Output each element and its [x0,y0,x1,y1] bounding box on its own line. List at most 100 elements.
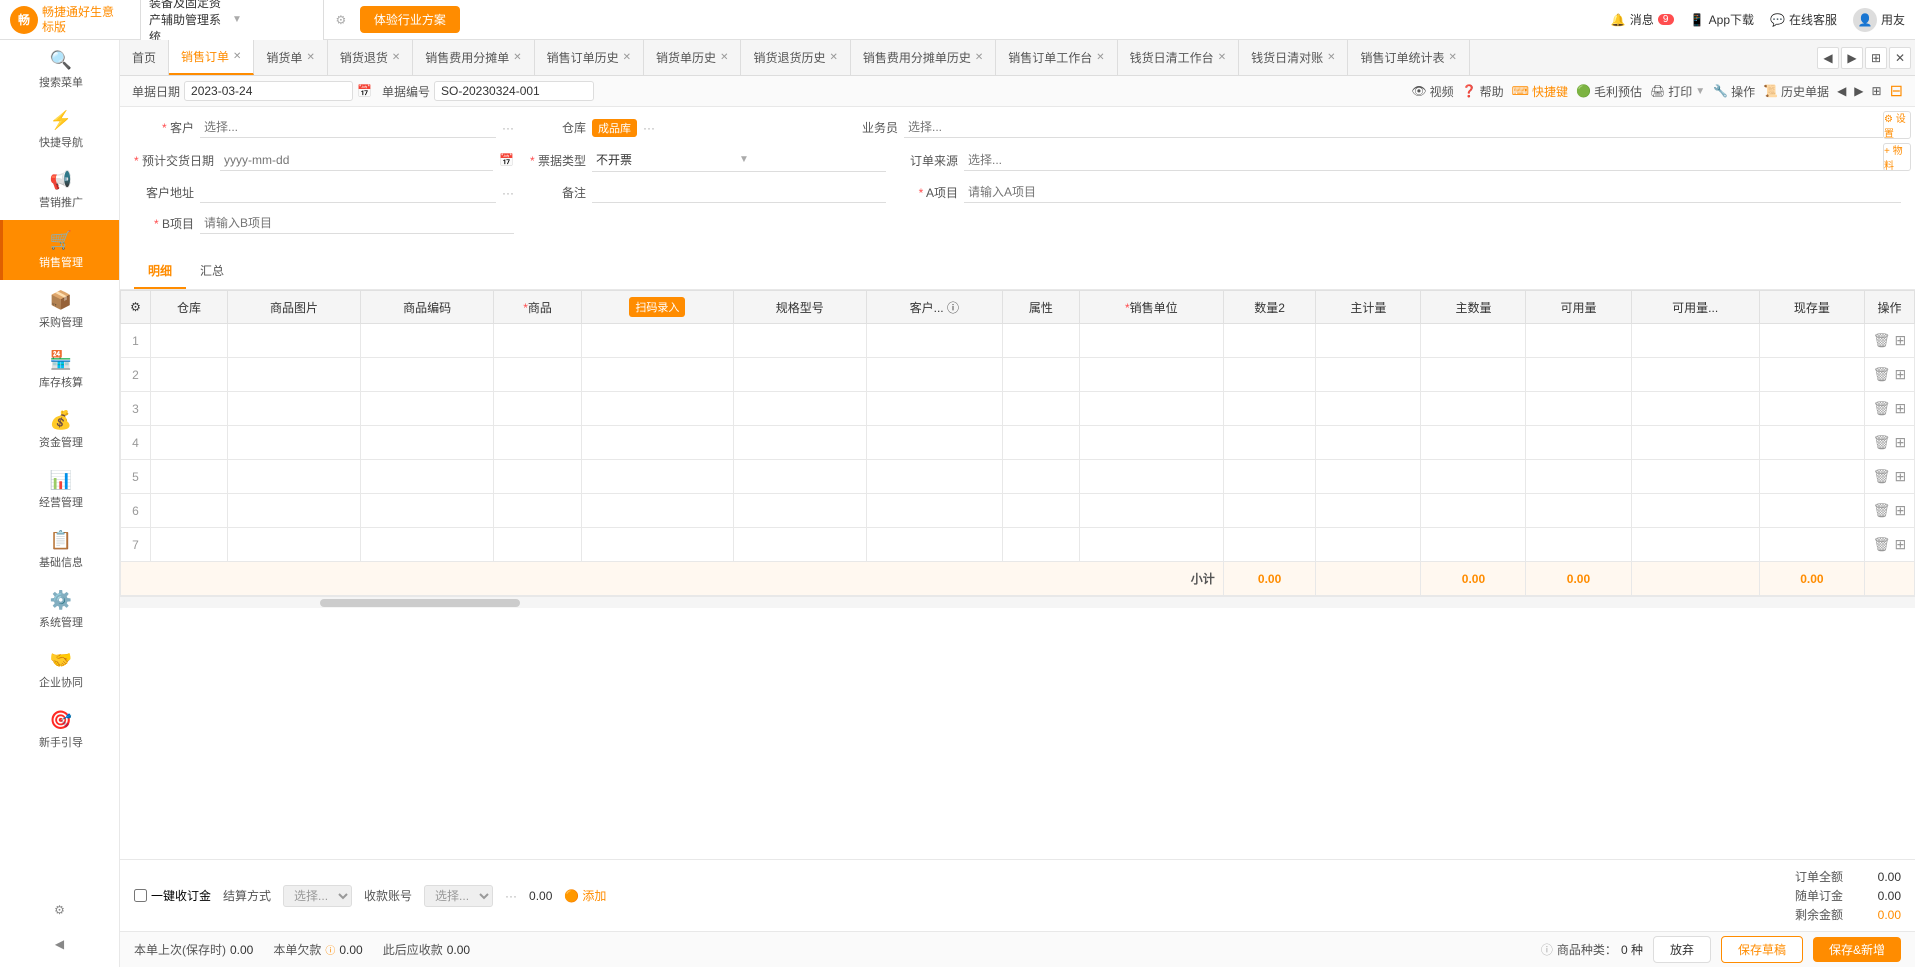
tab-sales-order-workbench[interactable]: 销售订单工作台✕ [996,40,1117,75]
float-material-button[interactable]: + 物料 [1883,143,1911,171]
invoice-type-select[interactable]: 不开票 ▼ [592,148,886,172]
sidebar-item-base-info[interactable]: 📋 基础信息 [0,520,119,580]
online-service-link[interactable]: 💬 在线客服 [1770,11,1837,28]
row-product-6[interactable] [494,494,582,528]
row-product-img-3[interactable] [228,392,361,426]
sidebar-item-quick-nav[interactable]: ⚡ 快捷导航 [0,100,119,160]
row-product-img-2[interactable] [228,358,361,392]
row-product-1[interactable] [494,324,582,358]
staff-input[interactable] [904,117,1883,138]
industry-solution-button[interactable]: 体验行业方案 [360,6,460,33]
row-scan-6[interactable] [582,494,734,528]
row-spec-1[interactable] [733,324,866,358]
notification-icon[interactable]: 🔔 消息 9 [1611,11,1674,28]
row-product-code-3[interactable] [361,392,494,426]
row-customer-ref-6[interactable] [866,494,1002,528]
row-product-4[interactable] [494,426,582,460]
row-delete-7[interactable]: 🗑 [1873,536,1891,553]
row-customer-ref-3[interactable] [866,392,1002,426]
row-main-unit-6[interactable] [1316,494,1421,528]
nav-next-btn[interactable]: ▶ [1854,84,1863,98]
row-main-qty-4[interactable] [1421,426,1526,460]
row-attr-5[interactable] [1002,460,1079,494]
pay-method-select[interactable]: 选择... [283,885,352,907]
row-stock-5[interactable] [1759,460,1864,494]
row-available2-6[interactable] [1631,494,1759,528]
sidebar-item-marketing[interactable]: 📢 营销推广 [0,160,119,220]
user-avatar[interactable]: 👤 用友 [1853,8,1905,32]
calendar-icon[interactable]: 📅 [357,84,372,98]
row-copy-4[interactable]: ⊞ [1895,434,1907,451]
tab-close-cash-daily-account[interactable]: ✕ [1327,52,1335,63]
row-stock-1[interactable] [1759,324,1864,358]
tab-summary[interactable]: 汇总 [186,254,238,289]
date-input[interactable] [184,81,353,101]
sidebar-item-new-guide[interactable]: 🎯 新手引导 [0,700,119,760]
split-view-btn[interactable]: ⊟ [1890,81,1903,101]
row-product-img-1[interactable] [228,324,361,358]
tab-sales-refund[interactable]: 销货退货✕ [328,40,413,75]
row-main-qty-7[interactable] [1421,528,1526,562]
row-scan-7[interactable] [582,528,734,562]
tab-close-all-button[interactable]: ✕ [1889,47,1911,69]
row-product-code-7[interactable] [361,528,494,562]
row-qty2-2[interactable] [1223,358,1316,392]
row-main-unit-5[interactable] [1316,460,1421,494]
sidebar-item-enterprise-coop[interactable]: 🤝 企业协同 [0,640,119,700]
row-available-4[interactable] [1526,426,1631,460]
tab-close-sales-order-workbench[interactable]: ✕ [1096,52,1104,63]
row-available2-1[interactable] [1631,324,1759,358]
row-spec-2[interactable] [733,358,866,392]
row-sales-unit-6[interactable] [1079,494,1223,528]
bank-account-select[interactable]: 选择... [424,885,493,907]
b-project-input[interactable] [200,213,514,234]
sidebar-item-sales-mgmt[interactable]: 🛒 销售管理 [0,220,119,280]
tab-sales-expense-split[interactable]: 销售费用分摊单✕ [413,40,534,75]
grid-view-btn[interactable]: ⊞ [1872,84,1882,98]
row-main-unit-2[interactable] [1316,358,1421,392]
col-gear[interactable]: ⚙ [121,291,151,324]
row-warehouse-1[interactable] [151,324,228,358]
row-main-unit-4[interactable] [1316,426,1421,460]
row-sales-unit-1[interactable] [1079,324,1223,358]
row-spec-7[interactable] [733,528,866,562]
row-product-code-5[interactable] [361,460,494,494]
row-qty2-3[interactable] [1223,392,1316,426]
customer-address-input[interactable] [200,182,496,203]
row-attr-2[interactable] [1002,358,1079,392]
profit-button[interactable]: 🟢毛利预估 [1576,83,1642,100]
row-delete-6[interactable]: 🗑 [1873,502,1891,519]
delivery-date-input[interactable] [220,150,493,171]
row-main-unit-1[interactable] [1316,324,1421,358]
row-qty2-4[interactable] [1223,426,1316,460]
tab-home[interactable]: 首页 [120,40,169,75]
shortcut-button[interactable]: ⌨快捷键 [1512,83,1568,100]
operate-button[interactable]: 🔧操作 [1713,83,1755,100]
tab-close-cash-daily-workbench[interactable]: ✕ [1218,52,1226,63]
row-copy-2[interactable]: ⊞ [1895,366,1907,383]
tab-next-button[interactable]: ▶ [1841,47,1863,69]
discard-button[interactable]: 放弃 [1653,936,1711,963]
row-warehouse-6[interactable] [151,494,228,528]
row-spec-5[interactable] [733,460,866,494]
row-main-qty-2[interactable] [1421,358,1526,392]
row-customer-ref-7[interactable] [866,528,1002,562]
tab-sales-order[interactable]: 销售订单✕ [169,40,254,75]
row-stock-6[interactable] [1759,494,1864,528]
address-expand-icon[interactable]: ··· [502,186,514,200]
row-attr-3[interactable] [1002,392,1079,426]
customer-expand-icon[interactable]: ··· [502,121,514,135]
tab-close-sales-return[interactable]: ✕ [306,52,314,63]
bank-expand-icon[interactable]: ··· [505,889,517,903]
tab-close-sales-refund-history[interactable]: ✕ [829,52,837,63]
tab-sales-stat[interactable]: 销售订单统计表✕ [1348,40,1469,75]
customer-input[interactable] [200,117,496,138]
row-copy-6[interactable]: ⊞ [1895,502,1907,519]
info-icon[interactable]: ⓘ [325,942,335,957]
row-warehouse-3[interactable] [151,392,228,426]
sidebar-item-finance-mgmt[interactable]: 💰 资金管理 [0,400,119,460]
nav-prev-btn[interactable]: ◀ [1837,84,1846,98]
row-delete-4[interactable]: 🗑 [1873,434,1891,451]
row-spec-4[interactable] [733,426,866,460]
one-key-check[interactable] [134,889,147,902]
